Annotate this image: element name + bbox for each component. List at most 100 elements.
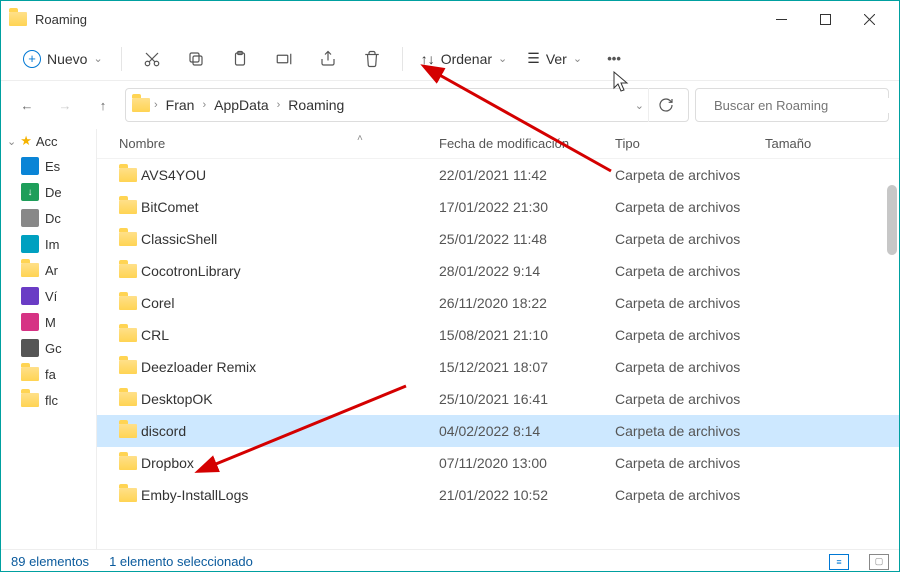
folder-icon bbox=[119, 168, 141, 182]
status-bar: 89 elementos 1 elemento seleccionado ≡ ▢ bbox=[1, 549, 899, 573]
row-type: Carpeta de archivos bbox=[615, 167, 765, 183]
thumb-view-toggle[interactable]: ▢ bbox=[869, 554, 889, 570]
sidebar-item[interactable]: Im bbox=[1, 231, 96, 257]
app-icon: ↓ bbox=[21, 183, 39, 201]
view-icon: ☰ bbox=[527, 50, 540, 67]
app-icon bbox=[21, 209, 39, 227]
folder-icon bbox=[21, 263, 39, 277]
status-count: 89 elementos bbox=[11, 554, 89, 569]
sidebar-item[interactable]: ↓ De bbox=[1, 179, 96, 205]
sidebar-item-label: Es bbox=[45, 159, 60, 174]
table-row[interactable]: Corel26/11/2020 18:22Carpeta de archivos bbox=[97, 287, 899, 319]
row-date: 25/01/2022 11:48 bbox=[439, 231, 615, 247]
folder-icon bbox=[119, 200, 141, 214]
folder-icon bbox=[119, 488, 141, 502]
col-name[interactable]: Nombre bbox=[119, 136, 439, 151]
maximize-button[interactable] bbox=[803, 1, 847, 37]
sidebar-item[interactable]: Es bbox=[1, 153, 96, 179]
col-date[interactable]: Fecha de modificación bbox=[439, 136, 615, 151]
table-row[interactable]: discord04/02/2022 8:14Carpeta de archivo… bbox=[97, 415, 899, 447]
row-name: BitComet bbox=[141, 199, 439, 215]
table-row[interactable]: Deezloader Remix15/12/2021 18:07Carpeta … bbox=[97, 351, 899, 383]
refresh-button[interactable] bbox=[648, 88, 682, 122]
row-date: 21/01/2022 10:52 bbox=[439, 487, 615, 503]
table-row[interactable]: CRL15/08/2021 21:10Carpeta de archivos bbox=[97, 319, 899, 351]
chevron-down-icon: ⌄ bbox=[7, 135, 16, 148]
row-name: Corel bbox=[141, 295, 439, 311]
col-size[interactable]: Tamaño bbox=[765, 136, 899, 151]
cut-button[interactable] bbox=[132, 41, 172, 77]
table-row[interactable]: BitComet17/01/2022 21:30Carpeta de archi… bbox=[97, 191, 899, 223]
sidebar-item[interactable]: Ví bbox=[1, 283, 96, 309]
sidebar-item[interactable]: Dc bbox=[1, 205, 96, 231]
toolbar: + Nuevo ⌄ ↑↓ Ordenar ⌄ ☰ Ver ⌄ ••• bbox=[1, 37, 899, 81]
sidebar-item[interactable]: flc bbox=[1, 387, 96, 413]
search-input[interactable] bbox=[714, 98, 890, 113]
row-name: ClassicShell bbox=[141, 231, 439, 247]
folder-icon bbox=[119, 232, 141, 246]
folder-icon bbox=[21, 367, 39, 381]
folder-icon bbox=[119, 264, 141, 278]
back-button[interactable]: ← bbox=[11, 89, 43, 121]
forward-button[interactable]: → bbox=[49, 89, 81, 121]
row-name: Emby-InstallLogs bbox=[141, 487, 439, 503]
sidebar-item-label: De bbox=[45, 185, 62, 200]
window-title: Roaming bbox=[35, 12, 759, 27]
breadcrumb[interactable]: AppData bbox=[210, 95, 272, 115]
sort-button[interactable]: ↑↓ Ordenar ⌄ bbox=[413, 47, 516, 71]
paste-button[interactable] bbox=[220, 41, 260, 77]
folder-icon bbox=[119, 360, 141, 374]
folder-icon bbox=[119, 392, 141, 406]
sort-indicator-icon: ˄ bbox=[357, 133, 363, 144]
sidebar-item[interactable]: fa bbox=[1, 361, 96, 387]
sidebar-item[interactable]: M bbox=[1, 309, 96, 335]
new-label: Nuevo bbox=[47, 51, 87, 67]
close-button[interactable] bbox=[847, 1, 891, 37]
search-box[interactable] bbox=[695, 88, 889, 122]
scrollbar[interactable] bbox=[887, 185, 897, 255]
table-row[interactable]: CocotronLibrary28/01/2022 9:14Carpeta de… bbox=[97, 255, 899, 287]
row-name: CocotronLibrary bbox=[141, 263, 439, 279]
breadcrumb[interactable]: Roaming bbox=[284, 95, 348, 115]
chevron-down-icon[interactable]: ⌄ bbox=[635, 99, 644, 112]
app-icon bbox=[21, 157, 39, 175]
row-name: CRL bbox=[141, 327, 439, 343]
col-type[interactable]: Tipo bbox=[615, 136, 765, 151]
view-button[interactable]: ☰ Ver ⌄ bbox=[519, 46, 590, 71]
breadcrumb-bar[interactable]: › Fran › AppData › Roaming ⌄ bbox=[125, 88, 689, 122]
table-row[interactable]: DesktopOK25/10/2021 16:41Carpeta de arch… bbox=[97, 383, 899, 415]
folder-icon bbox=[119, 456, 141, 470]
sidebar-item-label: Dc bbox=[45, 211, 61, 226]
titlebar: Roaming bbox=[1, 1, 899, 37]
path-folder-icon bbox=[132, 98, 150, 112]
row-date: 28/01/2022 9:14 bbox=[439, 263, 615, 279]
row-type: Carpeta de archivos bbox=[615, 359, 765, 375]
table-row[interactable]: Emby-InstallLogs21/01/2022 10:52Carpeta … bbox=[97, 479, 899, 511]
sidebar-item-label: Im bbox=[45, 237, 59, 252]
new-button[interactable]: + Nuevo ⌄ bbox=[15, 46, 111, 72]
details-view-toggle[interactable]: ≡ bbox=[829, 554, 849, 570]
row-type: Carpeta de archivos bbox=[615, 487, 765, 503]
sidebar-item[interactable]: Gc bbox=[1, 335, 96, 361]
up-button[interactable]: ↑ bbox=[87, 89, 119, 121]
table-row[interactable]: AVS4YOU22/01/2021 11:42Carpeta de archiv… bbox=[97, 159, 899, 191]
sidebar-item-label: M bbox=[45, 315, 56, 330]
sidebar-item[interactable]: Ar bbox=[1, 257, 96, 283]
copy-button[interactable] bbox=[176, 41, 216, 77]
delete-button[interactable] bbox=[352, 41, 392, 77]
share-button[interactable] bbox=[308, 41, 348, 77]
folder-icon bbox=[119, 296, 141, 310]
table-row[interactable]: Dropbox07/11/2020 13:00Carpeta de archiv… bbox=[97, 447, 899, 479]
file-list: ˄ Nombre Fecha de modificación Tipo Tama… bbox=[97, 129, 899, 549]
sidebar-quick-access[interactable]: ⌄ ★ Acc bbox=[1, 129, 96, 153]
rename-button[interactable] bbox=[264, 41, 304, 77]
table-row[interactable]: ClassicShell25/01/2022 11:48Carpeta de a… bbox=[97, 223, 899, 255]
more-button[interactable]: ••• bbox=[594, 41, 634, 77]
view-label: Ver bbox=[546, 51, 567, 67]
breadcrumb[interactable]: Fran bbox=[162, 95, 199, 115]
folder-icon bbox=[119, 328, 141, 342]
folder-icon bbox=[21, 393, 39, 407]
sidebar: ⌄ ★ Acc Es ↓ De Dc Im ArVí M Gcfaflc bbox=[1, 129, 97, 549]
row-date: 22/01/2021 11:42 bbox=[439, 167, 615, 183]
minimize-button[interactable] bbox=[759, 1, 803, 37]
